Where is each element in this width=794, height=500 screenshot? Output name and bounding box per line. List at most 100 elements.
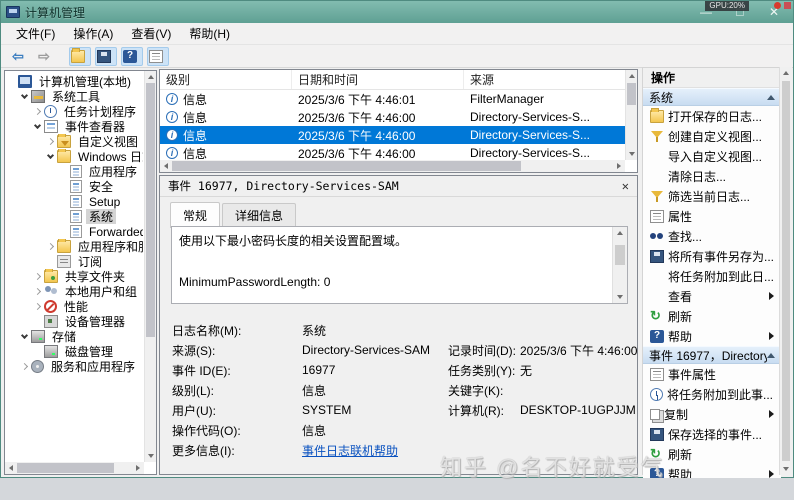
- menu-item[interactable]: 文件(F): [7, 23, 64, 44]
- menu-item[interactable]: 帮助(H): [180, 23, 239, 44]
- event-row[interactable]: 信息 2025/3/6 下午 4:46:00 Directory-Service…: [160, 126, 625, 144]
- subscriptions-icon: [57, 255, 71, 268]
- action-item[interactable]: 复制: [643, 404, 781, 424]
- tree-item[interactable]: Windows 日志: [5, 149, 143, 164]
- tree-item[interactable]: 任务计划程序: [5, 104, 143, 119]
- expander-icon[interactable]: [33, 121, 42, 129]
- toolbar-button[interactable]: [147, 46, 169, 66]
- customviews-icon: [57, 134, 71, 148]
- tree-item[interactable]: 计算机管理(本地): [5, 74, 143, 89]
- tree-item[interactable]: 设备管理器: [5, 314, 143, 329]
- event-level: 信息: [183, 92, 208, 107]
- actions-vertical-scrollbar[interactable]: [779, 67, 792, 475]
- collapse-section-icon[interactable]: [767, 94, 775, 100]
- expander-icon[interactable]: [46, 137, 55, 146]
- expander-icon[interactable]: [33, 302, 42, 311]
- information-icon: [166, 93, 178, 105]
- log-icon: [70, 195, 82, 208]
- gpu-usage-badge: GPU:20%: [705, 1, 749, 11]
- event-message-line2: MinimumPasswordLength: 0: [179, 275, 331, 289]
- action-item[interactable]: 打开保存的日志...: [643, 106, 781, 126]
- event-row[interactable]: 信息 2025/3/6 下午 4:46:01 FilterManager: [160, 90, 625, 108]
- expander-icon[interactable]: [46, 242, 55, 251]
- action-item[interactable]: 保存选择的事件...: [643, 424, 781, 444]
- expander-icon[interactable]: [33, 272, 42, 281]
- save-icon: [97, 49, 111, 63]
- forward-button[interactable]: ⇨: [33, 47, 55, 66]
- tree-item[interactable]: 存储: [5, 329, 143, 344]
- tree-item[interactable]: 应用程序: [5, 164, 143, 179]
- action-item[interactable]: 创建自定义视图...: [643, 126, 781, 146]
- event-list-horizontal-scrollbar[interactable]: [160, 160, 625, 172]
- field-value: DESKTOP-1UGPJJM: [520, 403, 636, 417]
- tree-item[interactable]: 性能: [5, 299, 143, 314]
- action-item[interactable]: 刷新: [643, 306, 781, 326]
- event-message-line1: 使用以下最小密码长度的相关设置配置域。: [179, 234, 408, 248]
- refresh-icon: [650, 308, 664, 324]
- action-item[interactable]: 刷新: [643, 444, 781, 464]
- event-level: 信息: [183, 128, 208, 143]
- action-item[interactable]: 事件属性: [643, 364, 781, 384]
- field-value: 无: [520, 363, 533, 378]
- open-folder-icon: [71, 47, 85, 63]
- tree-item[interactable]: 应用程序和服务日志: [5, 239, 143, 254]
- action-item[interactable]: 帮助: [643, 326, 781, 346]
- action-item[interactable]: 查看: [643, 286, 781, 306]
- save-icon: [650, 427, 664, 441]
- tree-item[interactable]: 事件查看器: [5, 119, 143, 134]
- back-button[interactable]: ⇦: [7, 47, 29, 66]
- message-vertical-scrollbar[interactable]: [612, 227, 627, 303]
- eventvwr-icon: [44, 120, 58, 133]
- expander-icon[interactable]: [20, 91, 29, 99]
- tree-item[interactable]: 共享文件夹: [5, 269, 143, 284]
- tree-item[interactable]: 服务和应用程序: [5, 359, 143, 374]
- folder-icon: [57, 239, 71, 253]
- details-tab[interactable]: 常规: [170, 202, 221, 228]
- field-value: Directory-Services-SAM: [302, 343, 431, 357]
- field-value: 信息: [302, 423, 327, 438]
- tree-item[interactable]: Setup: [5, 194, 143, 209]
- event-row[interactable]: 信息 2025/3/6 下午 4:46:00 Directory-Service…: [160, 108, 625, 126]
- tree-item[interactable]: Forwarded Even: [5, 224, 143, 239]
- actions-section-system[interactable]: 系统: [643, 88, 781, 106]
- close-details-icon[interactable]: ✕: [622, 179, 629, 193]
- title-bar[interactable]: 计算机管理 — □ ✕ GPU:20%: [1, 1, 793, 23]
- expander-icon[interactable]: [46, 151, 55, 159]
- actions-section-event[interactable]: 事件 16977，Directory-...: [643, 346, 781, 364]
- menu-item[interactable]: 操作(A): [64, 23, 122, 44]
- tree-item[interactable]: 系统工具: [5, 89, 143, 104]
- column-level[interactable]: 级别: [160, 70, 292, 89]
- event-list-vertical-scrollbar[interactable]: [625, 70, 637, 160]
- action-item[interactable]: 将任务附加到此事...: [643, 384, 781, 404]
- event-message-box[interactable]: 使用以下最小密码长度的相关设置配置域。 MinimumPasswordLengt…: [171, 226, 628, 304]
- column-source[interactable]: 来源: [464, 70, 637, 89]
- collapse-section-icon[interactable]: [767, 352, 775, 358]
- tree-item[interactable]: 订阅: [5, 254, 143, 269]
- action-item[interactable]: 将任务附加到此日...: [643, 266, 781, 286]
- expander-icon[interactable]: [20, 362, 29, 371]
- action-item[interactable]: 筛选当前日志...: [643, 186, 781, 206]
- tree-item[interactable]: 磁盘管理: [5, 344, 143, 359]
- section-header-label: 系统: [649, 90, 674, 105]
- expander-icon[interactable]: [20, 331, 29, 339]
- toolbar-button[interactable]: [121, 46, 143, 66]
- event-list-header[interactable]: 级别 日期和时间 来源: [160, 70, 637, 90]
- tree-vertical-scrollbar[interactable]: [144, 71, 156, 462]
- action-item[interactable]: 导入自定义视图...: [643, 146, 781, 166]
- tree-item[interactable]: 安全: [5, 179, 143, 194]
- tree-item[interactable]: 本地用户和组: [5, 284, 143, 299]
- tree-item[interactable]: 系统: [5, 209, 143, 224]
- toolbar-button[interactable]: [69, 46, 91, 66]
- toolbar-button[interactable]: [95, 46, 117, 66]
- tree-horizontal-scrollbar[interactable]: [5, 462, 144, 474]
- column-datetime[interactable]: 日期和时间: [292, 70, 464, 89]
- tree-item[interactable]: 自定义视图: [5, 134, 143, 149]
- action-item[interactable]: 将所有事件另存为...: [643, 246, 781, 266]
- menu-item[interactable]: 查看(V): [122, 23, 180, 44]
- action-item[interactable]: 清除日志...: [643, 166, 781, 186]
- expander-icon[interactable]: [33, 107, 42, 116]
- field-value: 系统: [302, 323, 327, 338]
- action-item[interactable]: 属性: [643, 206, 781, 226]
- action-item[interactable]: 查找...: [643, 226, 781, 246]
- expander-icon[interactable]: [33, 287, 42, 296]
